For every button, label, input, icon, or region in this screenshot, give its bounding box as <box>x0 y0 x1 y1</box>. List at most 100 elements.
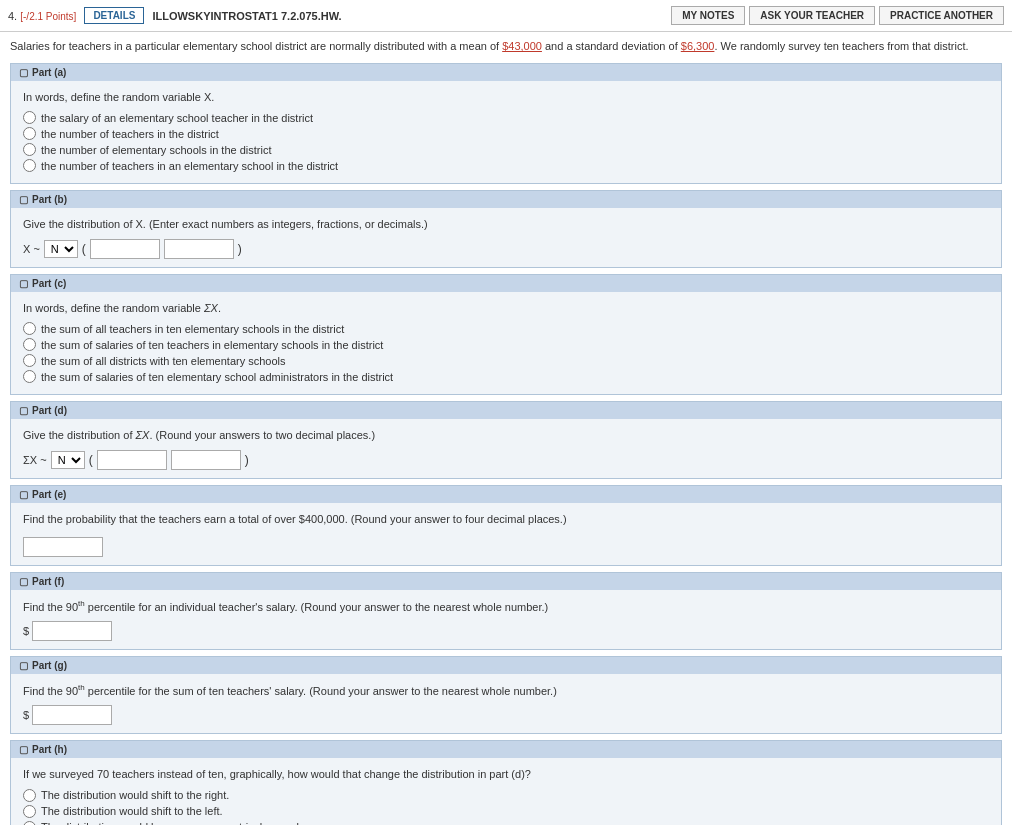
part-f-body: Find the 90th percentile for an individu… <box>11 590 1001 649</box>
problem-statement: Salaries for teachers in a particular el… <box>10 38 1002 55</box>
part-b-close-paren: ) <box>238 242 242 256</box>
part-b-question: Give the distribution of X. (Enter exact… <box>23 216 989 233</box>
part-d-input-1[interactable] <box>97 450 167 470</box>
part-c-question: In words, define the random variable ΣX. <box>23 300 989 317</box>
part-h-option-2-label: The distribution would shift to the left… <box>41 805 223 817</box>
part-d-label: Part (d) <box>32 405 67 416</box>
part-a-radio-3[interactable] <box>23 143 36 156</box>
part-h-check: ▢ <box>19 744 28 755</box>
part-h-header: ▢ Part (h) <box>11 741 1001 758</box>
part-h-body: If we surveyed 70 teachers instead of te… <box>11 758 1001 825</box>
part-a-option-4-label: the number of teachers in an elementary … <box>41 160 338 172</box>
part-h-radio-2[interactable] <box>23 805 36 818</box>
question-code: ILLOWSKYINTROSTAT1 7.2.075.HW. <box>152 10 341 22</box>
part-a-header: ▢ Part (a) <box>11 64 1001 81</box>
part-e-header: ▢ Part (e) <box>11 486 1001 503</box>
part-h-section: ▢ Part (h) If we surveyed 70 teachers in… <box>10 740 1002 825</box>
part-a-radio-1[interactable] <box>23 111 36 124</box>
part-b-dist-label: X ~ <box>23 243 40 255</box>
part-c-option-4-label: the sum of salaries of ten elementary sc… <box>41 371 393 383</box>
header-left: 4. [-/2.1 Points] DETAILS ILLOWSKYINTROS… <box>8 7 671 24</box>
part-c-option-2[interactable]: the sum of salaries of ten teachers in e… <box>23 338 989 351</box>
main-content: Salaries for teachers in a particular el… <box>0 32 1012 825</box>
part-a-option-4[interactable]: the number of teachers in an elementary … <box>23 159 989 172</box>
part-h-option-3[interactable]: The distribution would be a more symmetr… <box>23 821 989 825</box>
part-b-input-1[interactable] <box>90 239 160 259</box>
part-e-check: ▢ <box>19 489 28 500</box>
part-f-label: Part (f) <box>32 576 64 587</box>
part-h-question: If we surveyed 70 teachers instead of te… <box>23 766 989 783</box>
part-g-section: ▢ Part (g) Find the 90th percentile for … <box>10 656 1002 734</box>
part-a-label: Part (a) <box>32 67 66 78</box>
part-e-label: Part (e) <box>32 489 66 500</box>
part-b-dist-select[interactable]: NBPUE <box>44 240 78 258</box>
part-g-input[interactable] <box>32 705 112 725</box>
part-c-option-3-label: the sum of all districts with ten elemen… <box>41 355 286 367</box>
part-a-radio-4[interactable] <box>23 159 36 172</box>
part-b-input-2[interactable] <box>164 239 234 259</box>
part-c-body: In words, define the random variable ΣX.… <box>11 292 1001 395</box>
part-a-option-1-label: the salary of an elementary school teach… <box>41 112 313 124</box>
part-a-question: In words, define the random variable X. <box>23 89 989 106</box>
part-g-question: Find the 90th percentile for the sum of … <box>23 682 989 699</box>
part-g-dollar-row: $ <box>23 705 989 725</box>
part-c-label: Part (c) <box>32 278 66 289</box>
my-notes-button[interactable]: MY NOTES <box>671 6 745 25</box>
part-a-option-3-label: the number of elementary schools in the … <box>41 144 272 156</box>
part-a-check: ▢ <box>19 67 28 78</box>
part-a-section: ▢ Part (a) In words, define the random v… <box>10 63 1002 185</box>
part-d-header: ▢ Part (d) <box>11 402 1001 419</box>
part-c-option-4[interactable]: the sum of salaries of ten elementary sc… <box>23 370 989 383</box>
question-number: 4. [-/2.1 Points] <box>8 10 76 22</box>
part-c-radio-1[interactable] <box>23 322 36 335</box>
part-d-dist-select[interactable]: NBPUE <box>51 451 85 469</box>
part-c-option-2-label: the sum of salaries of ten teachers in e… <box>41 339 383 351</box>
part-h-option-1[interactable]: The distribution would shift to the righ… <box>23 789 989 802</box>
part-e-body: Find the probability that the teachers e… <box>11 503 1001 566</box>
part-h-radio-1[interactable] <box>23 789 36 802</box>
part-f-header: ▢ Part (f) <box>11 573 1001 590</box>
part-d-question: Give the distribution of ΣX. (Round your… <box>23 427 989 444</box>
part-d-body: Give the distribution of ΣX. (Round your… <box>11 419 1001 478</box>
part-h-radio-3[interactable] <box>23 821 36 825</box>
part-d-section: ▢ Part (d) Give the distribution of ΣX. … <box>10 401 1002 479</box>
part-a-option-2-label: the number of teachers in the district <box>41 128 219 140</box>
part-d-close-paren: ) <box>245 453 249 467</box>
part-b-dist-row: X ~ NBPUE ( ) <box>23 239 989 259</box>
part-g-header: ▢ Part (g) <box>11 657 1001 674</box>
stddev-value: $6,300 <box>681 40 715 52</box>
part-h-option-2[interactable]: The distribution would shift to the left… <box>23 805 989 818</box>
part-a-option-3[interactable]: the number of elementary schools in the … <box>23 143 989 156</box>
part-c-radio-3[interactable] <box>23 354 36 367</box>
part-a-radio-2[interactable] <box>23 127 36 140</box>
part-d-check: ▢ <box>19 405 28 416</box>
part-b-section: ▢ Part (b) Give the distribution of X. (… <box>10 190 1002 268</box>
part-d-input-2[interactable] <box>171 450 241 470</box>
part-b-check: ▢ <box>19 194 28 205</box>
part-d-open-paren: ( <box>89 453 93 467</box>
details-button[interactable]: DETAILS <box>84 7 144 24</box>
mean-value: $43,000 <box>502 40 542 52</box>
part-g-body: Find the 90th percentile for the sum of … <box>11 674 1001 733</box>
part-a-option-1[interactable]: the salary of an elementary school teach… <box>23 111 989 124</box>
part-g-dollar-sign: $ <box>23 709 29 721</box>
part-c-option-1[interactable]: the sum of all teachers in ten elementar… <box>23 322 989 335</box>
header: 4. [-/2.1 Points] DETAILS ILLOWSKYINTROS… <box>0 0 1012 32</box>
part-d-dist-label: ΣX ~ <box>23 454 47 466</box>
part-f-question: Find the 90th percentile for an individu… <box>23 598 989 615</box>
part-b-body: Give the distribution of X. (Enter exact… <box>11 208 1001 267</box>
part-c-option-3[interactable]: the sum of all districts with ten elemen… <box>23 354 989 367</box>
part-b-label: Part (b) <box>32 194 67 205</box>
part-a-body: In words, define the random variable X. … <box>11 81 1001 184</box>
part-h-label: Part (h) <box>32 744 67 755</box>
part-e-input[interactable] <box>23 537 103 557</box>
ask-teacher-button[interactable]: ASK YOUR TEACHER <box>749 6 875 25</box>
part-a-option-2[interactable]: the number of teachers in the district <box>23 127 989 140</box>
part-c-header: ▢ Part (c) <box>11 275 1001 292</box>
part-c-radio-2[interactable] <box>23 338 36 351</box>
part-f-input[interactable] <box>32 621 112 641</box>
part-c-radio-4[interactable] <box>23 370 36 383</box>
practice-another-button[interactable]: PRACTICE ANOTHER <box>879 6 1004 25</box>
part-f-section: ▢ Part (f) Find the 90th percentile for … <box>10 572 1002 650</box>
part-b-open-paren: ( <box>82 242 86 256</box>
